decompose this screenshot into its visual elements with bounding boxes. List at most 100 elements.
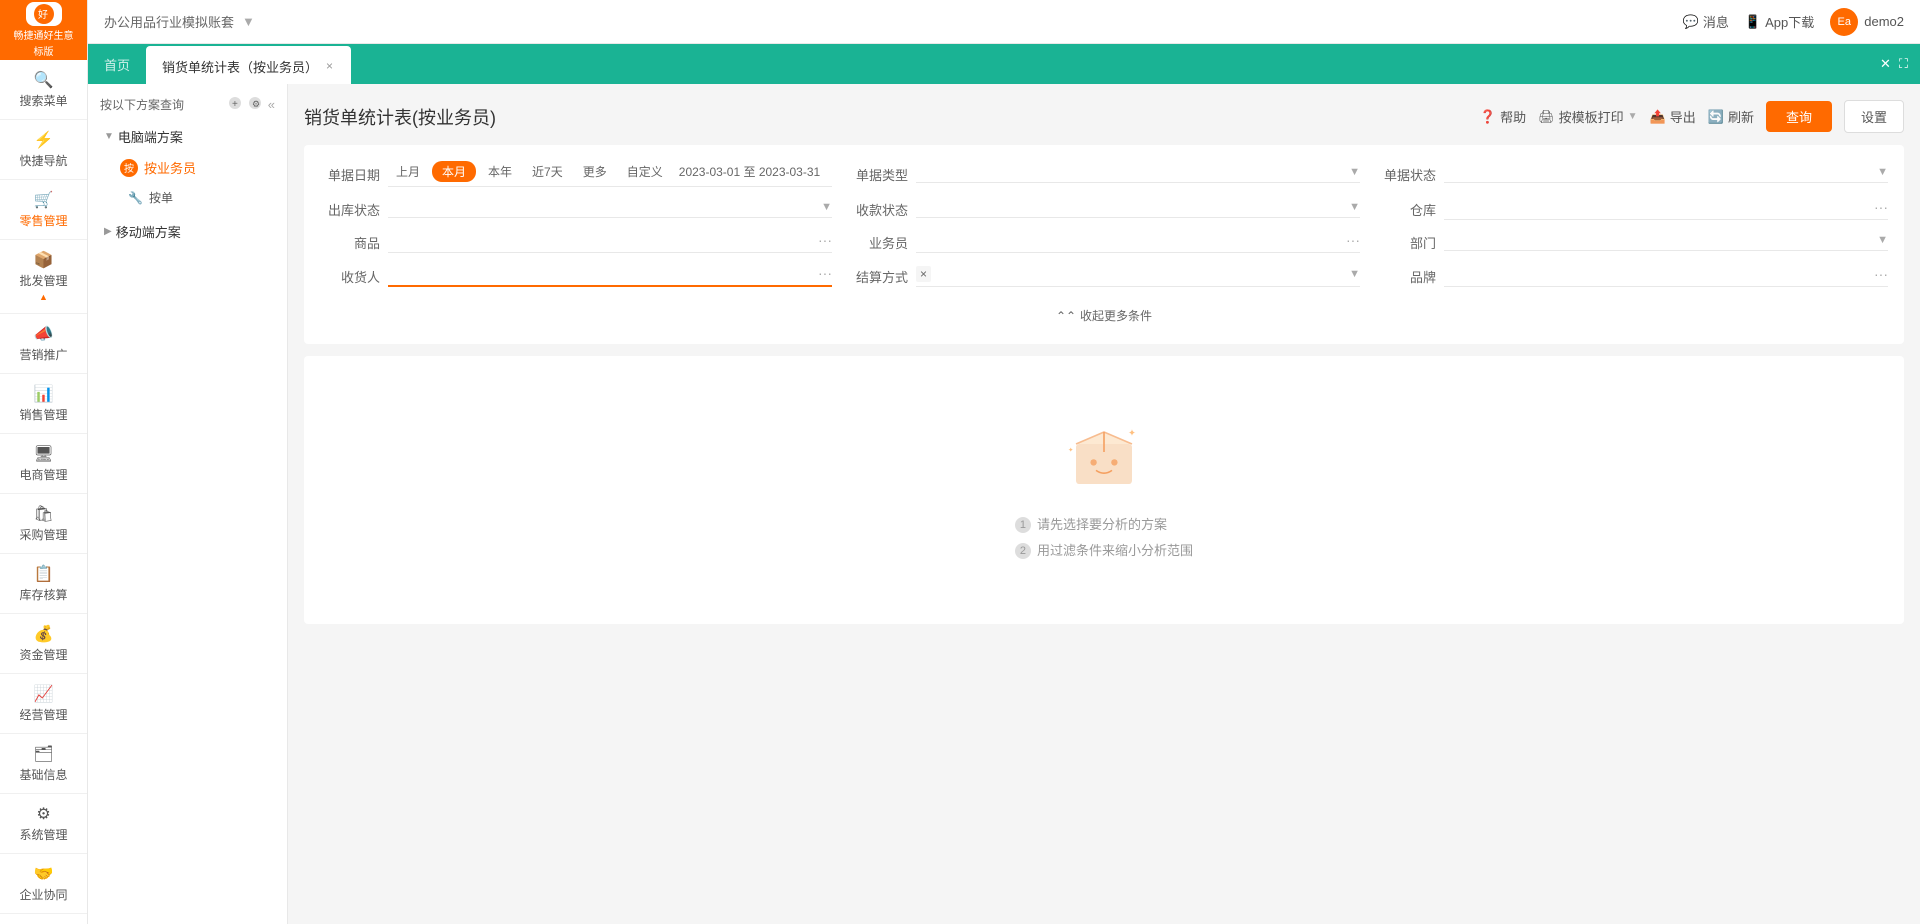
settlement-tag: ×: [916, 266, 931, 282]
logo-subtext: 标版: [34, 43, 54, 58]
doc-type-dropdown-icon: ▼: [1349, 166, 1360, 178]
sidebar-item-newbie[interactable]: 🎯 新手引导: [0, 914, 87, 924]
out-status-label: 出库状态: [320, 200, 380, 219]
filter-receipt-status: 收款状态 ▼: [848, 200, 1360, 219]
tab-home[interactable]: 首页: [88, 44, 146, 84]
salesperson-control[interactable]: ···: [916, 232, 1360, 253]
sidebar-item-search[interactable]: 🔍 搜索菜单: [0, 60, 87, 120]
tab-maximize-icon[interactable]: ⛶: [1899, 56, 1908, 72]
product-label: 商品: [320, 233, 380, 252]
retail-nav-icon: 🛒: [5, 190, 82, 210]
wholesale-nav-icon: 📦: [5, 250, 82, 270]
doc-status-control[interactable]: ▼: [1444, 166, 1888, 183]
template-print-button[interactable]: 🖨 按模板打印 ▼: [1538, 107, 1637, 126]
tip-2-text: 用过滤条件来缩小分析范围: [1037, 538, 1193, 564]
svg-text:⚙: ⚙: [252, 99, 260, 109]
sidebar-item-purchase[interactable]: 🛍 采购管理: [0, 494, 87, 554]
receiver-control[interactable]: ···: [388, 265, 832, 287]
help-button[interactable]: ❓ 帮助: [1480, 107, 1526, 126]
app-download-button[interactable]: 📱 App下载: [1745, 12, 1814, 31]
logo-icon: 好: [26, 2, 62, 26]
panel-add-button[interactable]: +: [228, 96, 242, 113]
sidebar-item-marketing[interactable]: 📣 营销推广: [0, 314, 87, 374]
settlement-label: 结算方式: [848, 267, 908, 286]
settlement-control[interactable]: × ▼: [916, 266, 1360, 287]
date-tab-last-7[interactable]: 近7天: [524, 161, 571, 182]
app-logo: 好 畅捷通好生意 标版: [0, 0, 88, 60]
date-tab-more[interactable]: 更多: [575, 161, 615, 182]
date-tab-this-month[interactable]: 本月: [432, 161, 476, 182]
sidebar-item-sales[interactable]: 📊 销售管理: [0, 374, 87, 434]
tree-arrow-mobile: ▶: [104, 226, 112, 237]
user-menu-button[interactable]: Ea demo2: [1830, 8, 1904, 36]
filter-settlement: 结算方式 × ▼: [848, 266, 1360, 287]
panel-settings-button[interactable]: ⚙: [248, 96, 262, 113]
receipt-status-control[interactable]: ▼: [916, 201, 1360, 218]
sidebar-item-base[interactable]: 🗂 基础信息: [0, 734, 87, 794]
sidebar-label-search: 搜索菜单: [5, 92, 82, 109]
sidebar-item-shortcut[interactable]: ⚡ 快捷导航: [0, 120, 87, 180]
date-tab-last-month[interactable]: 上月: [388, 161, 428, 182]
out-status-control[interactable]: ▼: [388, 201, 832, 218]
header-actions: 💬 消息 📱 App下载 Ea demo2: [1683, 8, 1904, 36]
tree-group-mobile: ▶ 移动端方案: [96, 216, 279, 247]
marketing-nav-icon: 📣: [5, 324, 82, 344]
tree-group-mobile-header[interactable]: ▶ 移动端方案: [96, 216, 279, 247]
empty-state: ✦ ✦ 1 请先选择要分析的方案 2 用过滤条件来缩小分析范围: [304, 356, 1904, 624]
page-actions: ❓ 帮助 🖨 按模板打印 ▼ 📤 导出 🔄 刷新: [1480, 100, 1904, 133]
tab-close-icon[interactable]: ✕: [1880, 56, 1891, 72]
tree-sub-item-by-order[interactable]: 🔧 按单: [96, 183, 279, 212]
panel-title-text: 按以下方案查询: [100, 96, 184, 113]
tab-active[interactable]: 销货单统计表（按业务员） ×: [146, 46, 351, 86]
sidebar-label-shortcut: 快捷导航: [5, 152, 82, 169]
tab-close-button[interactable]: ×: [324, 59, 335, 73]
message-button[interactable]: 💬 消息: [1683, 12, 1729, 31]
panel-collapse-button[interactable]: «: [268, 97, 275, 112]
sidebar-item-ecommerce[interactable]: 🖥 电商管理: [0, 434, 87, 494]
settings-button[interactable]: 设置: [1844, 100, 1904, 133]
receiver-dots-icon: ···: [818, 265, 832, 281]
tree-sub-item-label: 按单: [149, 189, 173, 206]
salesperson-icon: 按: [120, 159, 138, 177]
export-button[interactable]: 📤 导出: [1650, 107, 1696, 126]
date-label: 单据日期: [320, 165, 380, 184]
page-header: 销货单统计表(按业务员) ❓ 帮助 🖨 按模板打印 ▼ 📤 导出: [304, 100, 1904, 133]
svg-text:好: 好: [38, 9, 48, 21]
workspace-dropdown-icon[interactable]: ▼: [242, 14, 255, 29]
tree-group-desktop-header[interactable]: ▼ 电脑端方案: [96, 121, 279, 152]
sidebar-item-operations[interactable]: 📈 经营管理: [0, 674, 87, 734]
warehouse-control[interactable]: ···: [1444, 199, 1888, 220]
sidebar-item-system[interactable]: ⚙ 系统管理: [0, 794, 87, 854]
department-control[interactable]: ▼: [1444, 234, 1888, 251]
sidebar-item-enterprise[interactable]: 🤝 企业协同: [0, 854, 87, 914]
tree-item-by-salesperson[interactable]: 按 按业务员: [96, 152, 279, 183]
filter-card: 单据日期 上月 本月 本年 近7天 更多 自定义 2023-03-01 至 20…: [304, 145, 1904, 344]
settlement-x-icon[interactable]: ×: [920, 267, 927, 281]
sidebar-label-base: 基础信息: [5, 766, 82, 783]
brand-control[interactable]: ···: [1444, 266, 1888, 287]
filter-brand: 品牌 ···: [1376, 266, 1888, 287]
product-control[interactable]: ···: [388, 232, 832, 253]
sidebar-item-finance[interactable]: 💰 资金管理: [0, 614, 87, 674]
help-label: 帮助: [1500, 107, 1526, 126]
query-button[interactable]: 查询: [1766, 101, 1832, 132]
sidebar-label-operations: 经营管理: [5, 706, 82, 723]
settlement-dropdown-icon: ▼: [1349, 268, 1360, 280]
sidebar-item-inventory[interactable]: 📋 库存核算: [0, 554, 87, 614]
tree-arrow-desktop: ▼: [104, 131, 114, 142]
logo-text: 畅捷通好生意: [14, 30, 74, 43]
collapse-button[interactable]: ⌃⌃ 收起更多条件: [1056, 307, 1152, 324]
refresh-button[interactable]: 🔄 刷新: [1708, 107, 1754, 126]
inventory-nav-icon: 📋: [5, 564, 82, 584]
sidebar-item-wholesale[interactable]: 📦 批发管理 ▲: [0, 240, 87, 314]
collapse-label: 收起更多条件: [1080, 307, 1152, 324]
date-tab-this-year[interactable]: 本年: [480, 161, 520, 182]
base-nav-icon: 🗂: [5, 744, 82, 764]
sidebar-label-purchase: 采购管理: [5, 526, 82, 543]
filter-department: 部门 ▼: [1376, 233, 1888, 252]
sidebar-item-retail[interactable]: 🛒 零售管理: [0, 180, 87, 240]
doc-type-control[interactable]: ▼: [916, 166, 1360, 183]
doc-type-label: 单据类型: [848, 165, 908, 184]
sales-nav-icon: 📊: [5, 384, 82, 404]
date-tab-custom[interactable]: 自定义: [619, 161, 671, 182]
